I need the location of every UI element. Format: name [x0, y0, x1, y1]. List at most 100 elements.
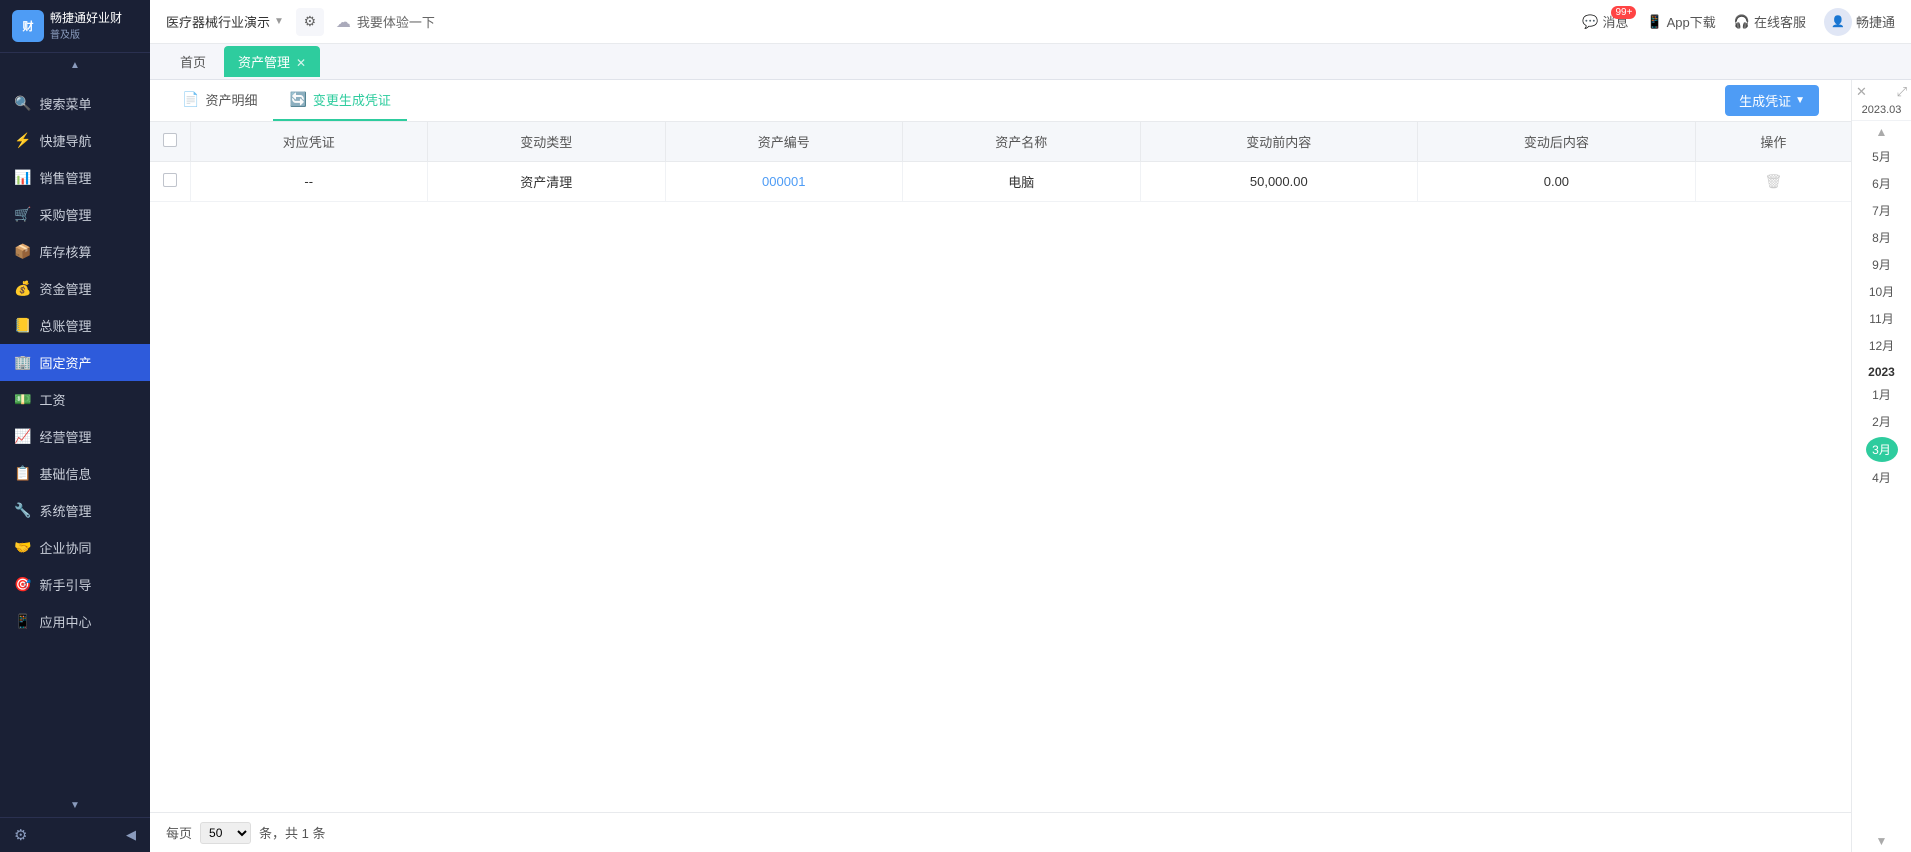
- nav-label-quick-nav: 快捷导航: [39, 131, 91, 150]
- calendar-year-label: 2023: [1852, 359, 1911, 381]
- calendar-month-item[interactable]: 11月: [1852, 305, 1911, 332]
- tab-label-asset-mgmt: 资产管理: [238, 55, 290, 70]
- table-container: 对应凭证 变动类型 资产编号 资产名称 变动前内容 变动后内容 操作 -- 资产…: [150, 122, 1851, 812]
- row-asset-code-0: 000001: [665, 162, 903, 202]
- messages-button[interactable]: 💬 消息 99+: [1582, 12, 1628, 31]
- company-name: 医疗器械行业演示: [166, 12, 270, 31]
- generate-voucher-arrow: ▼: [1795, 95, 1805, 106]
- col-action: 操作: [1695, 122, 1851, 162]
- sidebar-item-fixed-assets[interactable]: 🏢固定资产: [0, 344, 150, 381]
- pagination: 每页 102050100 条，共 1 条: [150, 812, 1851, 852]
- tab-label-home: 首页: [180, 55, 206, 70]
- user-profile[interactable]: 👤 畅捷通: [1824, 8, 1895, 36]
- sidebar-item-purchase[interactable]: 🛒采购管理: [0, 196, 150, 233]
- asset-table: 对应凭证 变动类型 资产编号 资产名称 变动前内容 变动后内容 操作 -- 资产…: [150, 122, 1851, 202]
- inner-tabs: 📄资产明细🔄变更生成凭证 生成凭证 ▼: [150, 80, 1851, 122]
- sidebar-item-app-center[interactable]: 📱应用中心: [0, 603, 150, 640]
- settings-icon[interactable]: ⚙: [14, 826, 27, 844]
- calendar-scroll-up-btn[interactable]: ▲: [1852, 121, 1911, 143]
- customer-service-icon: 🎧: [1734, 14, 1750, 30]
- sidebar-item-ledger[interactable]: 📒总账管理: [0, 307, 150, 344]
- sidebar-item-quick-nav[interactable]: ⚡快捷导航: [0, 122, 150, 159]
- nav-icon-inventory: 📦: [14, 243, 31, 260]
- calendar-expand-btn[interactable]: ⤢: [1897, 84, 1907, 100]
- sidebar-item-guide[interactable]: 🎯新手引导: [0, 566, 150, 603]
- collapse-icon[interactable]: ◀: [126, 827, 136, 843]
- row-asset-name-0: 电脑: [903, 162, 1141, 202]
- calendar-header: 2023.03: [1852, 100, 1911, 121]
- nav-label-search: 搜索菜单: [39, 94, 91, 113]
- nav-icon-fixed-assets: 🏢: [14, 354, 31, 371]
- calendar-month-item[interactable]: 9月: [1852, 251, 1911, 278]
- sidebar-scroll-up[interactable]: ▲: [0, 53, 150, 77]
- sidebar-item-search[interactable]: 🔍搜索菜单: [0, 85, 150, 122]
- app-download-button[interactable]: 📱 App下载: [1646, 12, 1715, 31]
- nav-icon-system: 🔧: [14, 502, 31, 519]
- nav-icon-enterprise: 🤝: [14, 539, 31, 556]
- row-action-0[interactable]: 🗑: [1695, 162, 1851, 202]
- company-selector[interactable]: 医疗器械行业演示 ▼: [166, 12, 284, 31]
- nav-label-operations: 经营管理: [39, 427, 91, 446]
- experience-label: 我要体验一下: [357, 12, 435, 31]
- row-checkbox-0[interactable]: [163, 173, 177, 187]
- sidebar-item-inventory[interactable]: 📦 库存核算: [0, 233, 150, 270]
- sidebar-item-funds[interactable]: 💰资金管理: [0, 270, 150, 307]
- customer-service-label: 在线客服: [1754, 12, 1806, 31]
- calendar-month-item[interactable]: 10月: [1852, 278, 1911, 305]
- sidebar-item-salary[interactable]: 💵工资: [0, 381, 150, 418]
- calendar-month-item[interactable]: 4月: [1852, 464, 1911, 491]
- calendar-month-item[interactable]: 6月: [1852, 170, 1911, 197]
- calendar-month-item[interactable]: 2月: [1852, 408, 1911, 435]
- experience-button[interactable]: ☁ 我要体验一下: [336, 12, 435, 31]
- nav-label-purchase: 采购管理: [39, 205, 91, 224]
- nav-label-inventory: 库存核算: [39, 242, 91, 261]
- delete-row-icon-0[interactable]: 🗑: [1764, 173, 1782, 189]
- nav-label-ledger: 总账管理: [39, 316, 91, 335]
- tab-home[interactable]: 首页: [166, 46, 220, 77]
- calendar-scroll-down-btn[interactable]: ▼: [1852, 830, 1911, 852]
- calendar-month-item[interactable]: 8月: [1852, 224, 1911, 251]
- row-checkbox-cell-0[interactable]: [150, 162, 190, 202]
- sidebar: 财 畅捷通好业财 普及版 ▲ 🔍搜索菜单⚡快捷导航📊销售管理🛒采购管理 📦 库存核算…: [0, 0, 150, 852]
- sidebar-item-enterprise[interactable]: 🤝 企业协同: [0, 529, 150, 566]
- nav-label-basic-info: 基础信息: [39, 464, 91, 483]
- nav-label-salary: 工资: [39, 390, 65, 409]
- col-voucher: 对应凭证: [190, 122, 428, 162]
- sidebar-item-operations[interactable]: 📈经营管理: [0, 418, 150, 455]
- calendar-close-btn[interactable]: ✕: [1856, 84, 1867, 100]
- select-all-header[interactable]: [150, 122, 190, 162]
- nav-label-enterprise: 企业协同: [39, 538, 91, 557]
- calendar-month-item[interactable]: 1月: [1852, 381, 1911, 408]
- logo-icon: 财: [12, 10, 44, 42]
- nav-label-app-center: 应用中心: [39, 612, 91, 631]
- calendar-month-item[interactable]: 3月: [1866, 437, 1898, 462]
- sidebar-scroll-down[interactable]: ▼: [0, 793, 150, 817]
- per-page-label: 每页: [166, 823, 192, 842]
- sidebar-item-sales[interactable]: 📊销售管理: [0, 159, 150, 196]
- generate-voucher-label: 生成凭证: [1739, 91, 1791, 110]
- topbar-right: 💬 消息 99+ 📱 App下载 🎧 在线客服 👤 畅捷通: [1582, 8, 1895, 36]
- customer-service-button[interactable]: 🎧 在线客服: [1734, 12, 1806, 31]
- tab-close-asset-mgmt[interactable]: ✕: [296, 56, 306, 70]
- user-label: 畅捷通: [1856, 12, 1895, 31]
- sidebar-item-basic-info[interactable]: 📋 基础信息: [0, 455, 150, 492]
- tab-asset-mgmt[interactable]: 资产管理 ✕: [224, 46, 320, 77]
- sidebar-item-system[interactable]: 🔧系统管理: [0, 492, 150, 529]
- nav-icon-basic-info: 📋: [14, 465, 31, 482]
- main-area: 医疗器械行业演示 ▼ ⚙ ☁ 我要体验一下 💬 消息 99+ 📱 App下载 🎧…: [150, 0, 1911, 852]
- company-dropdown-arrow: ▼: [274, 16, 284, 27]
- app-logo[interactable]: 财 畅捷通好业财 普及版: [0, 0, 150, 53]
- per-page-select[interactable]: 102050100: [200, 822, 251, 844]
- select-all-checkbox[interactable]: [163, 133, 177, 147]
- settings-button[interactable]: ⚙: [296, 8, 324, 36]
- inner-tab-asset-detail[interactable]: 📄资产明细: [166, 80, 273, 121]
- row-voucher-0: --: [190, 162, 428, 202]
- calendar-month-item[interactable]: 5月: [1852, 143, 1911, 170]
- calendar-month-item[interactable]: 7月: [1852, 197, 1911, 224]
- generate-voucher-button[interactable]: 生成凭证 ▼: [1725, 85, 1819, 116]
- inner-tab-change-voucher[interactable]: 🔄变更生成凭证: [273, 80, 406, 121]
- col-asset-name: 资产名称: [903, 122, 1141, 162]
- tabbar: 首页 资产管理 ✕: [150, 44, 1911, 80]
- calendar-month-item[interactable]: 12月: [1852, 332, 1911, 359]
- calendar-panel: ✕ ⤢ 2023.03 ▲ 5月6月7月8月9月10月11月12月20231月2…: [1851, 80, 1911, 852]
